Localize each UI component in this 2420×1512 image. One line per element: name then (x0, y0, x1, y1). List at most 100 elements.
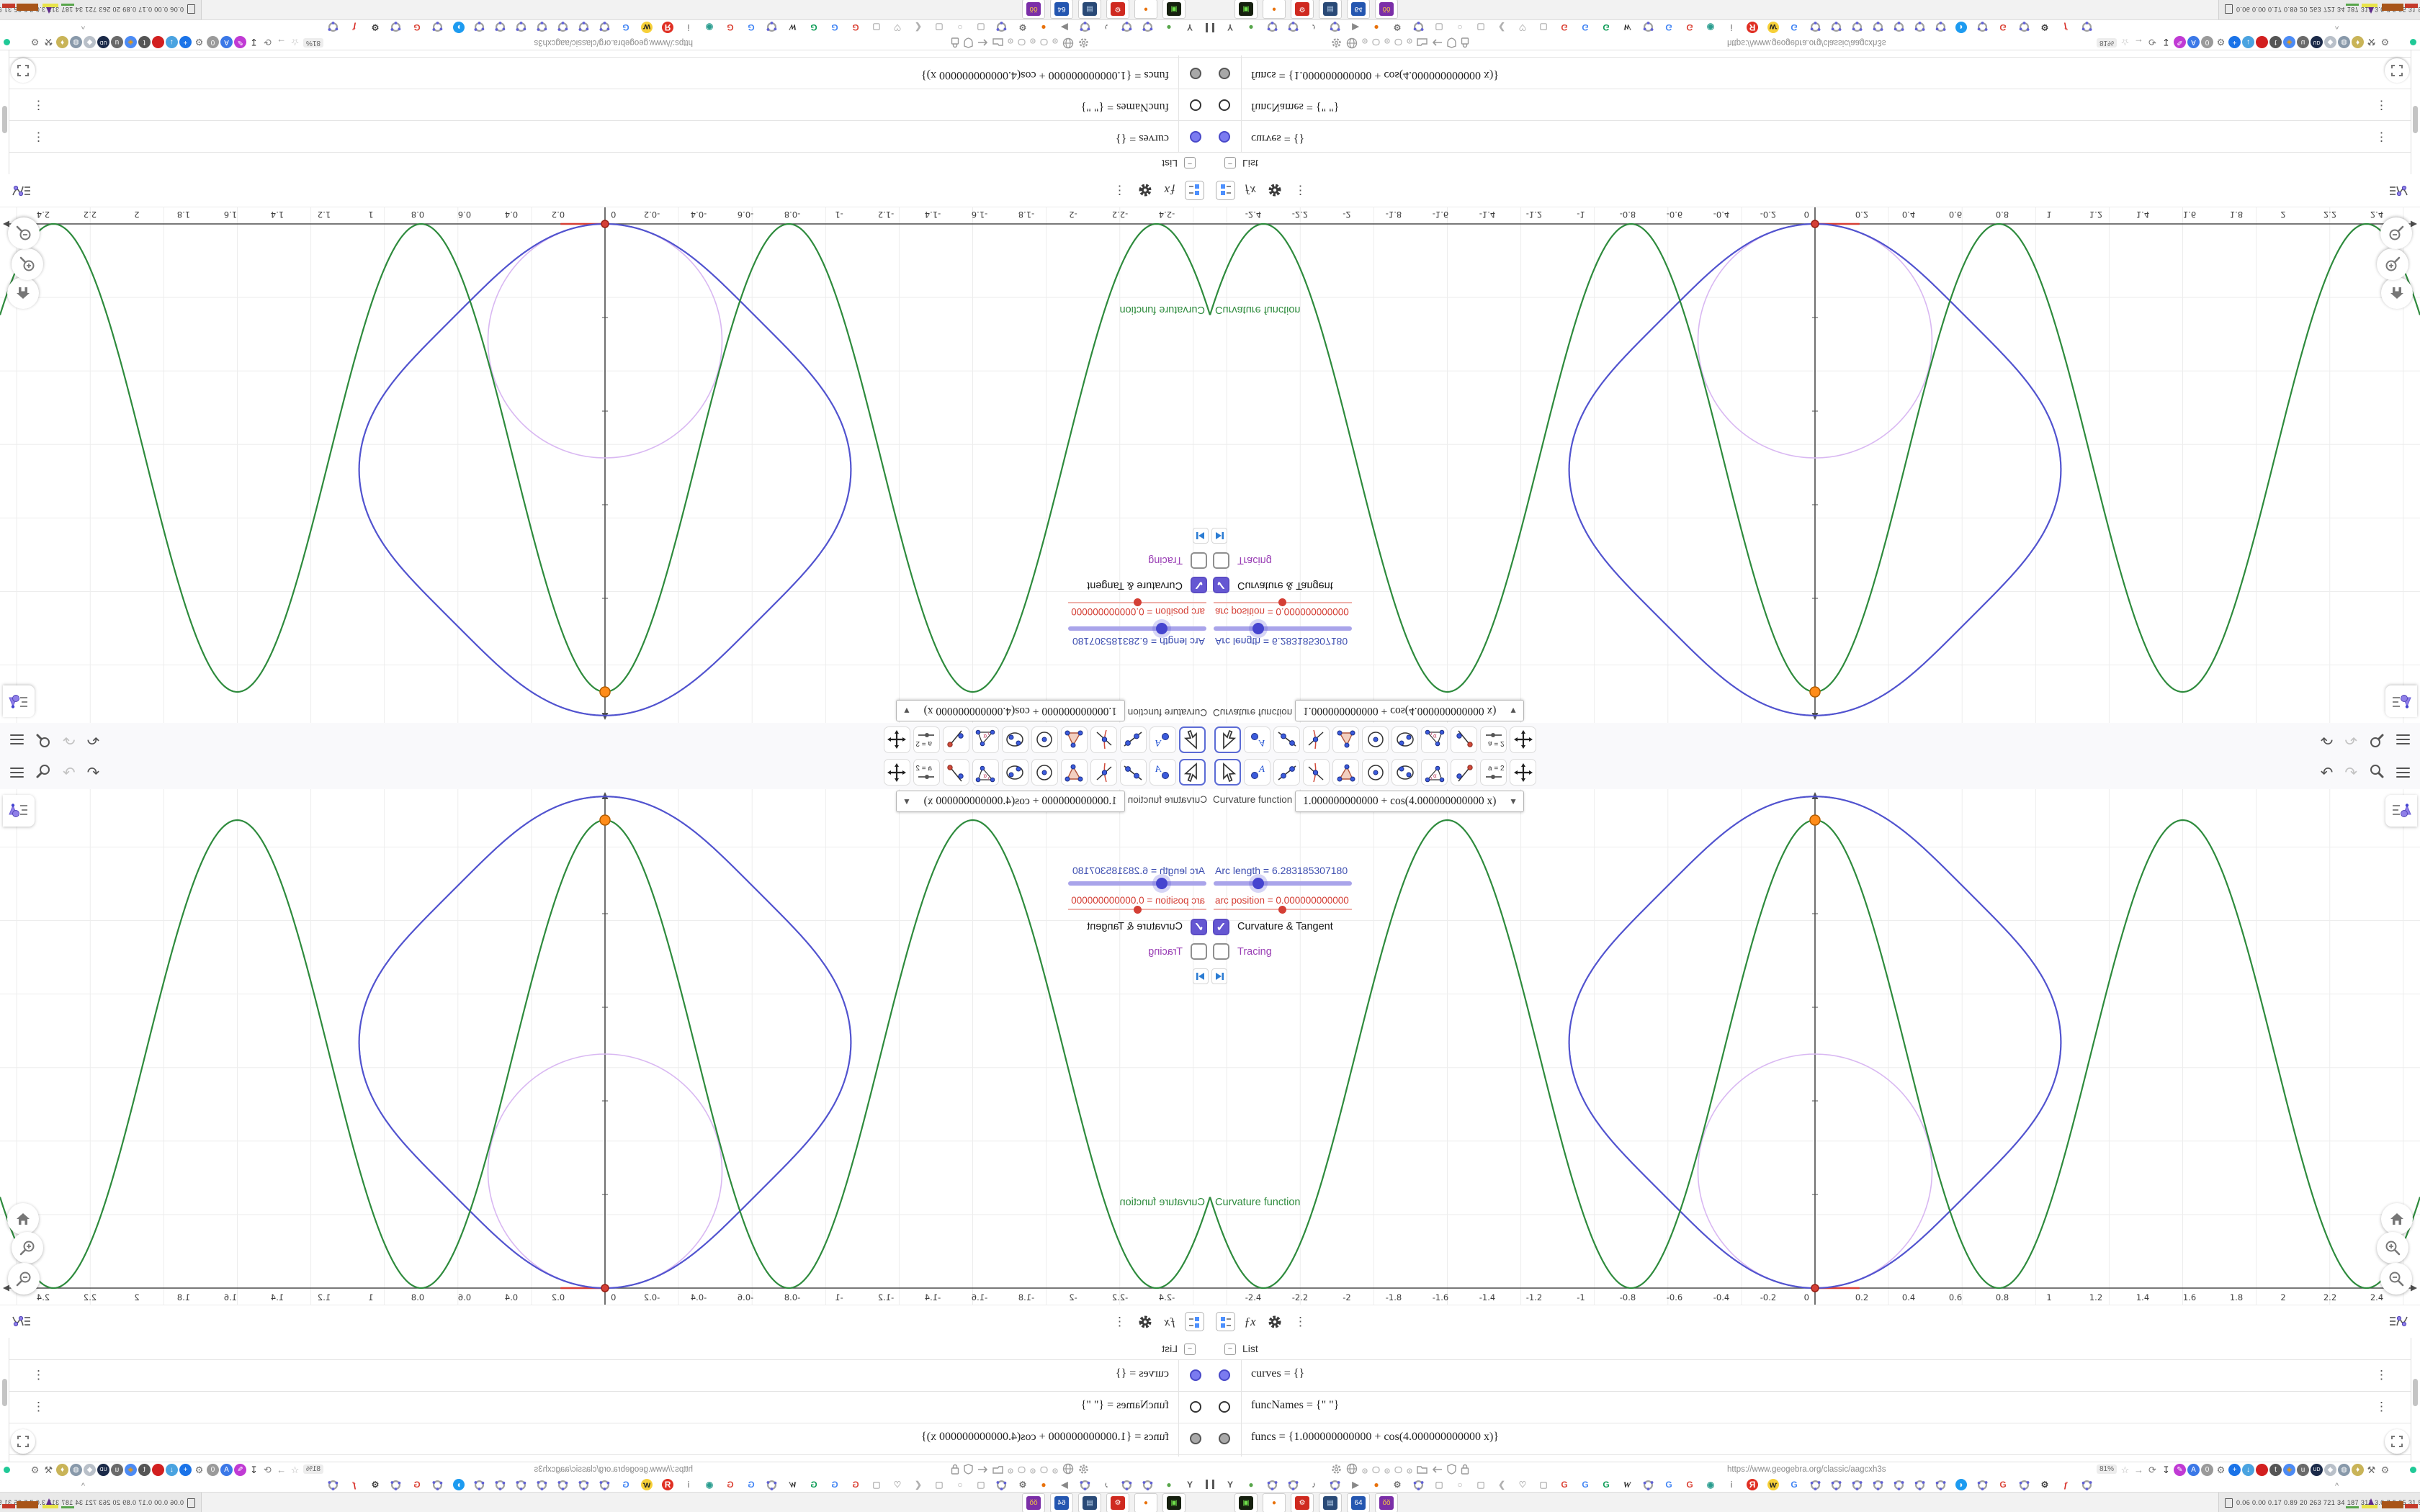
geogebra-tab-favicon[interactable] (474, 1479, 485, 1490)
fullscreen-button[interactable] (11, 58, 35, 83)
url-text[interactable]: https://www.geogebra.org/classic/aagcxh3… (1727, 1465, 1886, 1474)
visibility-toggle[interactable] (1190, 1369, 1201, 1381)
tree-view-button[interactable] (1216, 181, 1235, 200)
zoom-out-button[interactable] (2380, 1263, 2412, 1295)
tab-favicon[interactable]: Я (1747, 1479, 1758, 1490)
tab-favicon[interactable]: G (829, 22, 841, 33)
tool-circle-center[interactable] (1362, 759, 1389, 786)
tab-favicon[interactable]: ⚙ (2039, 22, 2051, 33)
scrollbar[interactable] (2, 1379, 7, 1406)
tool-point[interactable]: A (1150, 726, 1176, 753)
tab-favicon[interactable]: ▢ (975, 22, 987, 33)
geogebra-tab-favicon[interactable] (2018, 22, 2030, 33)
arc-length-slider[interactable] (1068, 623, 1206, 634)
menu-icon[interactable] (2396, 765, 2410, 780)
dot-icon[interactable] (1008, 1464, 1013, 1477)
trash-icon[interactable]: t (138, 1464, 151, 1476)
tab-favicon[interactable]: G (808, 1479, 820, 1490)
marker-icon[interactable]: ✎ (234, 1464, 246, 1476)
tab-favicon[interactable]: G (1997, 22, 2009, 33)
tab-favicon[interactable]: G (808, 22, 820, 33)
tab-favicon[interactable]: ◉ (704, 1479, 715, 1490)
record-icon[interactable] (152, 1464, 164, 1476)
tool-intersect[interactable] (1303, 726, 1330, 753)
geogebra-tab-favicon[interactable] (432, 22, 444, 33)
trash-icon[interactable]: t (2269, 36, 2282, 48)
geogebra-tab-favicon[interactable] (1266, 22, 1278, 33)
zoom-out-button[interactable] (8, 217, 40, 249)
tab-favicon[interactable]: G (1579, 22, 1591, 33)
curvature-tangent-checkbox[interactable]: ✓ (1191, 577, 1207, 593)
dot-icon[interactable] (1052, 35, 1058, 48)
undo-icon[interactable]: ↶ (87, 732, 100, 748)
geogebra-tab-favicon[interactable] (474, 22, 485, 33)
tab-favicon[interactable]: ▢ (1475, 1479, 1487, 1490)
geogebra-tab-favicon[interactable] (996, 22, 1008, 33)
geogebra-tab-favicon[interactable] (1080, 22, 1091, 33)
geogebra-tab-favicon[interactable] (1080, 1479, 1091, 1490)
tab-favicon[interactable]: ○ (1454, 22, 1466, 33)
settings-gear-icon[interactable] (1265, 181, 1284, 200)
search-icon[interactable] (35, 730, 51, 749)
geogebra-tab-favicon[interactable] (1872, 1479, 1883, 1490)
geogebra-tab-favicon[interactable] (1121, 22, 1133, 33)
algebra-row[interactable]: funcs = {1.000000000000 + cos(4.00000000… (1210, 57, 2411, 89)
undo-icon[interactable]: ↶ (87, 765, 100, 781)
gear2-icon[interactable]: ⚙ (29, 36, 41, 48)
tab-favicon[interactable]: ⚙ (1017, 22, 1028, 33)
shield-down-icon[interactable]: ↓ (2242, 1464, 2254, 1476)
geogebra-tab-favicon[interactable] (1851, 1479, 1863, 1490)
gear-ext-icon[interactable]: ⚙ (193, 1464, 205, 1476)
tab-favicon[interactable]: ▶ (1350, 22, 1361, 33)
shield-icon[interactable] (964, 1463, 973, 1478)
gear-icon[interactable] (1078, 35, 1089, 49)
arc-position-slider[interactable] (1068, 598, 1206, 607)
download-icon[interactable]: ↧ (248, 1464, 260, 1476)
tab-favicon[interactable]: ❮ (913, 1479, 924, 1490)
geogebra-tab-favicon[interactable] (1412, 22, 1424, 33)
tab-favicon[interactable]: ▢ (871, 22, 882, 33)
globe-icon[interactable] (1062, 1463, 1074, 1478)
tab-favicon[interactable]: G (1663, 22, 1675, 33)
algebra-row[interactable]: funcs = {1.000000000000 + cos(4.00000000… (1210, 1423, 2411, 1455)
mouse-icon[interactable]: 0 (207, 36, 219, 48)
stylebar-kebab-icon[interactable]: ⋮ (1110, 1312, 1129, 1331)
geogebra-tab-favicon[interactable] (1142, 1479, 1154, 1490)
tool-move-cursor[interactable] (1214, 759, 1241, 786)
gamepad-app-icon[interactable]: ▣ (1162, 0, 1186, 19)
shield-down-icon[interactable]: ↓ (166, 36, 178, 48)
tab-favicon[interactable]: ⱳ (641, 1479, 653, 1490)
dot-icon[interactable] (1384, 35, 1390, 48)
like-icon[interactable]: ♦ (2352, 1464, 2364, 1476)
function-dropdown[interactable]: 1.000000000000 + cos(4.000000000000 x) ▼ (896, 700, 1125, 721)
like-icon[interactable]: ♦ (56, 36, 68, 48)
chevron-up-icon[interactable]: ^ (81, 1482, 85, 1490)
floppy-app-icon[interactable]: 64 (1347, 1493, 1370, 1512)
url-text[interactable]: https://www.geogebra.org/classic/aagcxh3… (534, 38, 693, 47)
globe-icon[interactable] (1346, 34, 1358, 49)
purple-app-icon[interactable]: ŏŏ (1022, 1493, 1045, 1512)
tab-favicon[interactable]: Я (662, 1479, 673, 1490)
row-kebab-icon[interactable]: ⋮ (32, 130, 45, 144)
tab-favicon[interactable]: f (349, 1479, 360, 1490)
fullscreen-button[interactable] (2385, 58, 2409, 83)
geogebra-tab-favicon[interactable] (328, 1479, 339, 1490)
mouse-icon[interactable]: 0 (2201, 1464, 2213, 1476)
gamepad-app-icon[interactable]: ▣ (1162, 1493, 1186, 1512)
zoom-in-button[interactable] (12, 1232, 43, 1264)
tab-favicon[interactable]: ♡ (892, 1479, 903, 1490)
curvature-tangent-checkbox[interactable]: ✓ (1213, 919, 1229, 935)
globe-ext-icon[interactable]: ◈ (2283, 1464, 2295, 1476)
tool-polygon[interactable] (1061, 726, 1088, 753)
tool-move-cursor[interactable] (1214, 726, 1241, 753)
geogebra-tab-favicon[interactable] (766, 22, 778, 33)
geogebra-tab-favicon[interactable] (1830, 1479, 1842, 1490)
tab-favicon[interactable]: ⚙ (2039, 1479, 2051, 1490)
gear-ext-icon[interactable]: ⚙ (2215, 1464, 2227, 1476)
tab-favicon[interactable]: G (725, 22, 736, 33)
tab-favicon[interactable]: G (1600, 1479, 1612, 1490)
tab-favicon[interactable]: f (2060, 1479, 2071, 1490)
gear2-icon[interactable]: ⚙ (29, 1464, 41, 1476)
redo-icon[interactable]: ↷ (63, 732, 76, 748)
tool-conic[interactable] (1002, 759, 1028, 786)
